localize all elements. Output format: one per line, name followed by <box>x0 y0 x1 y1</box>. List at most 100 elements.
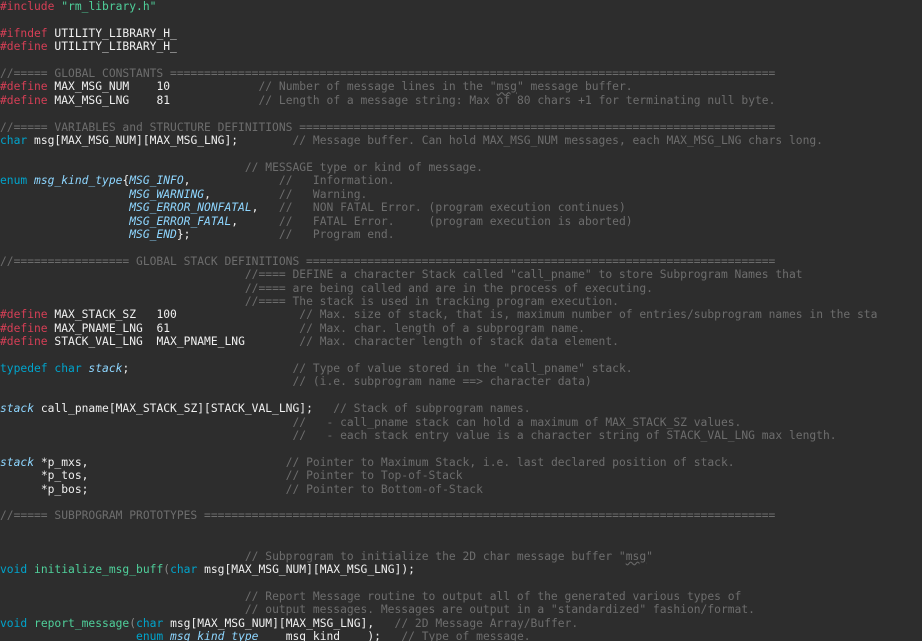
function-name: report_message <box>27 617 129 630</box>
comment: // Stack of subprogram names. <box>333 402 530 415</box>
comment: // NON FATAL Error. (program execution c… <box>279 201 626 214</box>
comment: // Number of message lines in the "msg" … <box>259 80 633 93</box>
preproc-include: #include <box>0 0 54 13</box>
guard-macro: UTILITY_LIBRARY_H_ <box>54 27 176 40</box>
macro-value: 10 <box>156 80 170 93</box>
preproc-ifndef: #ifndef <box>0 27 48 40</box>
line: #include "rm_library.h" <box>0 0 156 13</box>
comment: // Message buffer. Can hold MAX_MSG_NUM … <box>292 134 823 147</box>
typedef-keyword: typedef <box>0 362 48 375</box>
preproc-define: #define <box>0 80 48 93</box>
param-decl: msg[MAX_MSG_NUM][MAX_MSG_LNG], <box>163 617 374 630</box>
line: #define MAX_STACK_SZ 100 // Max. size of… <box>0 308 877 321</box>
enum-keyword: enum <box>0 174 27 187</box>
comment: // - call_pname stack can hold a maximum… <box>292 416 741 429</box>
comment: // Pointer to Maximum Stack, i.e. last d… <box>286 456 735 469</box>
enumerator: MSG_INFO <box>129 174 183 187</box>
comment: // Max. size of stack, that is, maximum … <box>299 308 877 321</box>
typedef-name: stack <box>82 362 123 375</box>
comment-banner: //================= GLOBAL STACK DEFINIT… <box>0 255 775 268</box>
typedef-name: stack <box>0 402 34 415</box>
comment: // FATAL Error. (program execution is ab… <box>279 215 633 228</box>
header-string: "rm_library.h" <box>61 0 156 13</box>
comment-banner: //===== SUBPROGRAM PROTOTYPES ==========… <box>0 509 775 522</box>
line: void initialize_msg_buff(char msg[MAX_MS… <box>0 563 415 576</box>
comment: // Max. char. length of a subprogram nam… <box>299 322 585 335</box>
enumerator: MSG_ERROR_FATAL <box>129 215 231 228</box>
line: #define MAX_MSG_NUM 10 // Number of mess… <box>0 80 633 93</box>
param-type: char <box>170 563 197 576</box>
line: #define MAX_MSG_LNG 81 // Length of a me… <box>0 94 775 107</box>
comment: // Type of message. <box>401 630 530 641</box>
function-name: initialize_msg_buff <box>27 563 163 576</box>
macro-name: MAX_MSG_LNG <box>54 94 129 107</box>
code-editor: #include "rm_library.h" #ifndef UTILITY_… <box>0 0 922 641</box>
declarator: *p_tos, <box>41 469 89 482</box>
enum-type: msg_kind_type <box>163 630 258 641</box>
type-keyword: char <box>0 134 27 147</box>
comment: // Pointer to Top-of-Stack <box>286 469 463 482</box>
enum-keyword: enum <box>136 630 163 641</box>
param-name: msg_kind <box>286 630 340 641</box>
line: *p_bos; // Pointer to Bottom-of-Stack <box>0 483 483 496</box>
return-type: void <box>0 563 27 576</box>
line: MSG_ERROR_FATAL, // FATAL Error. (progra… <box>0 215 633 228</box>
line: *p_tos, // Pointer to Top-of-Stack <box>0 469 463 482</box>
comment: // Max. character length of stack data e… <box>299 335 619 348</box>
declarator: call_pname[MAX_STACK_SZ][STACK_VAL_LNG]; <box>34 402 313 415</box>
spellcheck-mark: msg <box>626 550 646 563</box>
enumerator: MSG_ERROR_NONFATAL <box>129 201 251 214</box>
line: #define STACK_VAL_LNG MAX_PNAME_LNG // M… <box>0 335 619 348</box>
comment: // Pointer to Bottom-of-Stack <box>286 483 483 496</box>
comment: // Type of value stored in the "call_pna… <box>292 362 632 375</box>
comment: // (i.e. subprogram name ==> character d… <box>292 375 591 388</box>
comment: // Report Message routine to output all … <box>245 590 742 603</box>
comment-banner: //===== VARIABLES and STRUCTURE DEFINITI… <box>0 121 775 134</box>
comment: // MESSAGE type or kind of message. <box>245 161 483 174</box>
guard-macro: UTILITY_LIBRARY_H_ <box>54 40 176 53</box>
declarator: *p_mxs, <box>34 456 88 469</box>
declarator: *p_bos; <box>41 483 89 496</box>
line: MSG_END}; // Program end. <box>0 228 395 241</box>
enumerator: MSG_WARNING <box>129 188 204 201</box>
line: stack call_pname[MAX_STACK_SZ][STACK_VAL… <box>0 402 531 415</box>
typedef-name: stack <box>0 456 34 469</box>
return-type: void <box>0 617 27 630</box>
macro-name: MAX_PNAME_LNG <box>54 322 142 335</box>
preproc-define: #define <box>0 40 48 53</box>
macro-name: MAX_MSG_NUM <box>54 80 129 93</box>
preproc-define: #define <box>0 308 48 321</box>
macro-value: 81 <box>156 94 170 107</box>
comment: //==== The stack is used in tracking pro… <box>245 295 619 308</box>
macro-name: STACK_VAL_LNG <box>54 335 142 348</box>
preproc-define: #define <box>0 322 48 335</box>
param-decl: msg[MAX_MSG_NUM][MAX_MSG_LNG]); <box>197 563 415 576</box>
comment: // 2D Message Array/Buffer. <box>395 617 579 630</box>
comment: // Subprogram to initialize the 2D char … <box>245 550 653 563</box>
comment-banner: //===== GLOBAL CONSTANTS ===============… <box>0 67 775 80</box>
comment: // - each stack entry value is a charact… <box>292 429 836 442</box>
comment: // Warning. <box>279 188 367 201</box>
line: #define MAX_PNAME_LNG 61 // Max. char. l… <box>0 322 585 335</box>
comment: //==== DEFINE a character Stack called "… <box>245 268 803 281</box>
line: typedef char stack; // Type of value sto… <box>0 362 633 375</box>
enumerator: MSG_END <box>129 228 177 241</box>
preproc-define: #define <box>0 335 48 348</box>
comment: // output messages. Messages are output … <box>245 603 755 616</box>
brace: }; <box>177 228 191 241</box>
comment: //==== are being called and are in the p… <box>245 282 653 295</box>
type-keyword: char <box>48 362 82 375</box>
line: char msg[MAX_MSG_NUM][MAX_MSG_LNG]; // M… <box>0 134 823 147</box>
comment: // Length of a message string: Max of 80… <box>259 94 776 107</box>
enum-type: msg_kind_type <box>27 174 122 187</box>
line: MSG_WARNING, // Warning. <box>0 188 367 201</box>
comment: // Program end. <box>279 228 395 241</box>
macro-name: MAX_STACK_SZ <box>54 308 136 321</box>
line: #define UTILITY_LIBRARY_H_ <box>0 40 177 53</box>
declarator: msg[MAX_MSG_NUM][MAX_MSG_LNG]; <box>27 134 238 147</box>
macro-value: MAX_PNAME_LNG <box>156 335 244 348</box>
line: enum msg_kind_type msg_kind ); // Type o… <box>0 630 531 641</box>
preproc-define: #define <box>0 94 48 107</box>
line: enum msg_kind_type{MSG_INFO, // Informat… <box>0 174 395 187</box>
line: void report_message(char msg[MAX_MSG_NUM… <box>0 617 578 630</box>
